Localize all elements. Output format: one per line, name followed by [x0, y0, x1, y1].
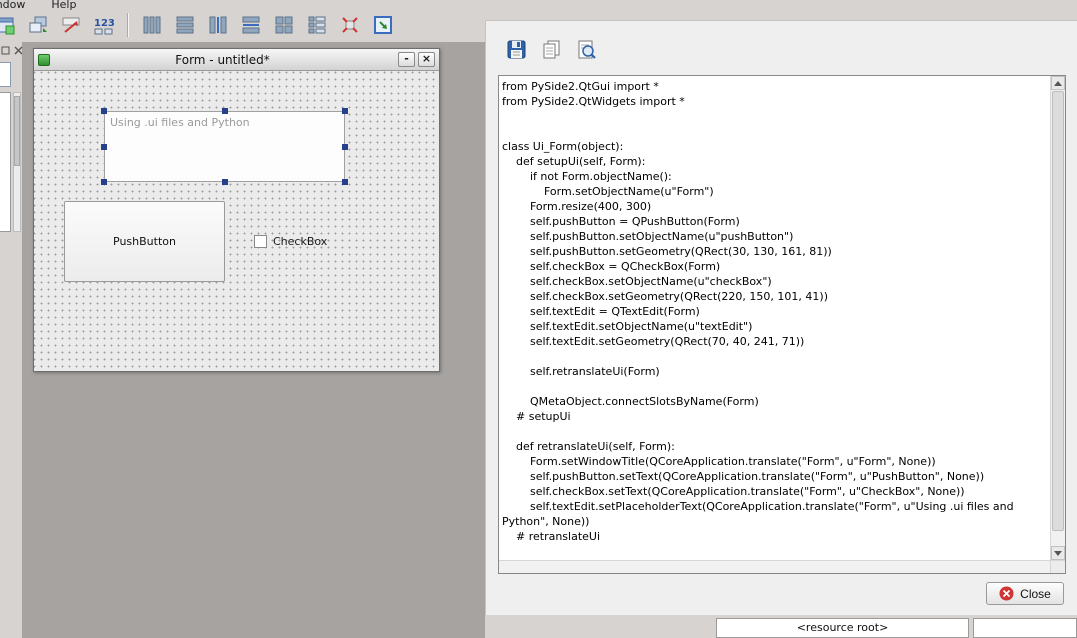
- checkbox-indicator[interactable]: [254, 235, 267, 248]
- textedit-placeholder: Using .ui files and Python: [105, 112, 344, 133]
- selection-handle[interactable]: [342, 144, 348, 150]
- resource-side-panel[interactable]: [973, 618, 1077, 638]
- resource-root-item[interactable]: <resource root>: [716, 618, 969, 638]
- checkbox-label: CheckBox: [273, 235, 327, 248]
- scrollbar-corner: [1050, 560, 1065, 573]
- toolbar-separator: [127, 13, 129, 37]
- selection-handle[interactable]: [101, 179, 107, 185]
- edit-buddies-icon: [60, 14, 82, 36]
- layout-grid-button[interactable]: [269, 10, 299, 40]
- pushbutton-widget[interactable]: PushButton: [64, 201, 225, 282]
- layout-horizontal-button[interactable]: [137, 10, 167, 40]
- code-dialog-toolbar: [504, 37, 600, 63]
- arrow-up-icon: [1054, 81, 1062, 86]
- form-editor-window: Form - untitled* - × Using .ui files and…: [33, 48, 440, 372]
- save-icon: [505, 38, 529, 62]
- scroll-down-button[interactable]: [1051, 546, 1065, 560]
- layout-vertical-button[interactable]: [170, 10, 200, 40]
- dock-close-icon[interactable]: [14, 46, 23, 55]
- tab-order-button[interactable]: 123: [89, 10, 119, 40]
- form-window-title: Form - untitled*: [50, 53, 395, 67]
- selection-handle[interactable]: [101, 108, 107, 114]
- find-icon: [575, 38, 599, 62]
- find-button[interactable]: [574, 37, 600, 63]
- selection-handle[interactable]: [342, 108, 348, 114]
- copy-icon: [540, 38, 564, 62]
- code-preview-dialog: from PySide2.QtGui import * from PySide2…: [485, 20, 1077, 615]
- selection-handle[interactable]: [222, 179, 228, 185]
- layout-vertical-splitter-icon: [240, 14, 262, 36]
- layout-form-icon: [306, 14, 328, 36]
- close-button[interactable]: Close: [986, 582, 1064, 605]
- layout-horizontal-splitter-button[interactable]: [203, 10, 233, 40]
- pushbutton-label: PushButton: [113, 235, 176, 248]
- code-horizontal-scrollbar[interactable]: [499, 560, 1050, 573]
- selection-handle[interactable]: [222, 108, 228, 114]
- widgetbox-list[interactable]: [0, 92, 11, 232]
- layout-vertical-splitter-button[interactable]: [236, 10, 266, 40]
- scroll-up-button[interactable]: [1051, 76, 1065, 90]
- screen: Window Help 123: [0, 0, 1077, 638]
- code-vertical-scrollbar[interactable]: [1050, 76, 1065, 560]
- code-view: from PySide2.QtGui import * from PySide2…: [498, 75, 1066, 574]
- main-toolbar: 123: [0, 9, 401, 41]
- selection-handle[interactable]: [101, 144, 107, 150]
- selection-handle[interactable]: [342, 179, 348, 185]
- widgetbox-scrollbar[interactable]: [13, 92, 21, 232]
- close-icon: [999, 586, 1014, 601]
- layout-form-button[interactable]: [302, 10, 332, 40]
- break-layout-icon: [339, 14, 361, 36]
- copy-button[interactable]: [539, 37, 565, 63]
- form-close-button[interactable]: ×: [418, 52, 435, 67]
- form-window-titlebar[interactable]: Form - untitled* - ×: [34, 49, 439, 71]
- adjust-size-button[interactable]: [368, 10, 398, 40]
- raise-lower-icon: [27, 14, 49, 36]
- adjust-size-icon: [372, 14, 394, 36]
- code-text[interactable]: from PySide2.QtGui import * from PySide2…: [499, 76, 1050, 560]
- widgetbox-scrollbar-thumb[interactable]: [14, 96, 20, 166]
- save-button[interactable]: [504, 37, 530, 63]
- form-canvas[interactable]: Using .ui files and Python PushButton Ch…: [34, 71, 439, 371]
- checkbox-widget[interactable]: CheckBox: [254, 221, 355, 262]
- layout-horizontal-splitter-icon: [207, 14, 229, 36]
- edit-widgets-icon: [0, 14, 16, 36]
- form-window-icon: [38, 54, 50, 66]
- layout-grid-icon: [273, 14, 295, 36]
- raise-lower-button[interactable]: [23, 10, 53, 40]
- tab-order-icon: 123: [92, 14, 116, 36]
- widgetbox-filter-input[interactable]: [0, 62, 11, 87]
- textedit-widget[interactable]: Using .ui files and Python: [104, 111, 345, 182]
- svg-text:123: 123: [94, 18, 115, 29]
- edit-buddies-button[interactable]: [56, 10, 86, 40]
- resource-root-label: <resource root>: [797, 621, 889, 634]
- widgetbox-dock-buttons: [1, 46, 23, 55]
- layout-vertical-icon: [174, 14, 196, 36]
- edit-widgets-button[interactable]: [0, 10, 20, 40]
- close-button-label: Close: [1020, 587, 1051, 601]
- dock-float-icon[interactable]: [1, 46, 10, 55]
- form-minimize-button[interactable]: -: [398, 52, 415, 67]
- break-layout-button[interactable]: [335, 10, 365, 40]
- scrollbar-thumb[interactable]: [1052, 91, 1064, 531]
- layout-horizontal-icon: [141, 14, 163, 36]
- arrow-down-icon: [1054, 551, 1062, 556]
